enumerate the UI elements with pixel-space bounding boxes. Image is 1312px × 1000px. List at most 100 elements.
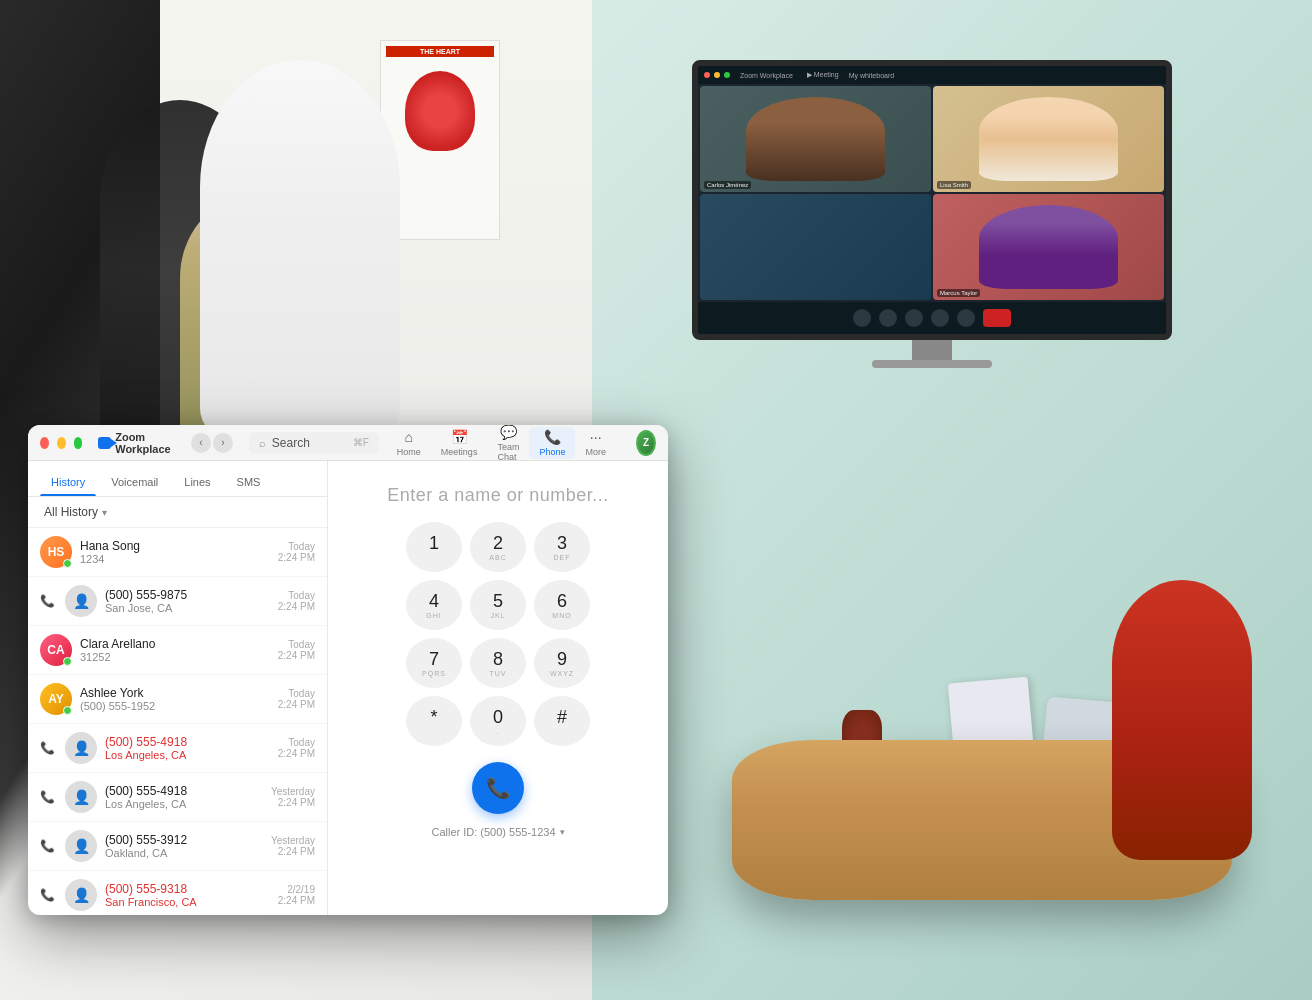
window-minimize-button[interactable] [57, 437, 66, 449]
dial-num-8: 8 [493, 650, 503, 668]
dial-button-6[interactable]: 6 MNO [534, 580, 590, 630]
dial-num-7: 7 [429, 650, 439, 668]
call-hour: 2:24 PM [271, 846, 315, 857]
call-hour: 2:24 PM [278, 748, 315, 759]
call-hour: 2:24 PM [278, 895, 315, 906]
tab-history[interactable]: History [40, 469, 96, 496]
participant-avatar-1 [746, 97, 885, 182]
caller-detail: Oakland, CA [105, 847, 263, 859]
nav-item-meetings[interactable]: 📅 Meetings [431, 427, 488, 459]
caller-name: Clara Arellano [80, 637, 270, 651]
call-time: Yesterday 2:24 PM [271, 835, 315, 857]
window-maximize-button[interactable] [74, 437, 83, 449]
user-avatar[interactable]: Z [636, 430, 656, 456]
caller-name: (500) 555-9875 [105, 588, 270, 602]
avatar: CA [40, 634, 72, 666]
nav-item-home[interactable]: ⌂ Home [387, 427, 431, 459]
zoom-tv-header: Zoom Workplace ▶ Meeting My whiteboard [698, 66, 1166, 84]
participant-name-3: Marcus Taylor [937, 289, 980, 297]
dial-num-2: 2 [493, 534, 503, 552]
tab-lines[interactable]: Lines [173, 469, 221, 496]
search-bar[interactable]: ⌕ Search ⌘F [249, 432, 379, 454]
window-close-button[interactable] [40, 437, 49, 449]
call-info: Clara Arellano 31252 [80, 637, 270, 663]
title-bar: Zoom Workplace ‹ › ⌕ Search ⌘F ⌂ Home 📅 … [28, 425, 668, 461]
dial-button-5[interactable]: 5 JKL [470, 580, 526, 630]
call-item[interactable]: 📞 👤 (500) 555-4918 Los Angeles, CA Today… [28, 724, 327, 773]
caller-detail: 31252 [80, 651, 270, 663]
call-item[interactable]: 📞 👤 (500) 555-4918 Los Angeles, CA Yeste… [28, 773, 327, 822]
call-info: Ashlee York (500) 555-1952 [80, 686, 270, 712]
nav-item-more[interactable]: ··· More [575, 427, 616, 459]
nav-item-teamchat[interactable]: 💬 Team Chat [487, 425, 529, 464]
call-button[interactable]: 📞 [472, 762, 524, 814]
call-hour: 2:24 PM [278, 699, 315, 710]
tv-dot-red [704, 72, 710, 78]
caller-name: Ashlee York [80, 686, 270, 700]
call-date: Today [278, 590, 315, 601]
call-button-icon: 📞 [486, 776, 511, 800]
dial-sub-7: PQRS [422, 670, 446, 677]
call-hour: 2:24 PM [278, 552, 315, 563]
number-input[interactable]: Enter a name or number... [344, 481, 652, 510]
search-label: Search [272, 436, 310, 450]
phone-content: History Voicemail Lines SMS All History … [28, 461, 668, 915]
teamchat-label: Team Chat [497, 442, 519, 462]
call-time: Yesterday 2:24 PM [271, 786, 315, 808]
conference-background: Zoom Workplace ▶ Meeting My whiteboard C… [592, 0, 1312, 1000]
nav-item-phone[interactable]: 📞 Phone [529, 427, 575, 459]
tab-voicemail[interactable]: Voicemail [100, 469, 169, 496]
nav-forward-button[interactable]: › [213, 433, 233, 453]
history-filter-dropdown[interactable]: All History ▾ [28, 497, 327, 528]
dial-button-8[interactable]: 8 TUV [470, 638, 526, 688]
caller-name: (500) 555-4918 [105, 784, 263, 798]
tv-dot-yellow [714, 72, 720, 78]
online-status-dot [63, 706, 72, 715]
search-icon: ⌕ [259, 437, 266, 449]
call-item[interactable]: 📞 👤 (500) 555-9875 San Jose, CA Today 2:… [28, 577, 327, 626]
dial-button-4[interactable]: 4 GHI [406, 580, 462, 630]
tv-ctrl-mute [853, 309, 871, 327]
tv-stand [912, 340, 952, 360]
phone-call-icon: 📞 [40, 790, 55, 804]
call-date: Today [278, 737, 315, 748]
dial-button-0[interactable]: 0 . [470, 696, 526, 746]
dialpad-grid: 1 2 ABC 3 DEF 4 GHI 5 JKL [406, 522, 590, 746]
call-time: Today 2:24 PM [278, 590, 315, 612]
dial-button-1[interactable]: 1 [406, 522, 462, 572]
filter-dropdown-arrow: ▾ [102, 507, 107, 518]
meetings-icon: 📅 [451, 429, 468, 445]
more-label: More [585, 447, 606, 457]
dial-button-7[interactable]: 7 PQRS [406, 638, 462, 688]
tv-mount: Zoom Workplace ▶ Meeting My whiteboard C… [692, 60, 1172, 380]
call-item[interactable]: 📞 👤 (500) 555-3912 Oakland, CA Yesterday… [28, 822, 327, 871]
caller-detail: Los Angeles, CA [105, 798, 263, 810]
tab-sms[interactable]: SMS [226, 469, 272, 496]
call-item[interactable]: 📞 👤 (500) 555-9318 San Francisco, CA 2/2… [28, 871, 327, 915]
caller-id[interactable]: Caller ID: (500) 555-1234 ▾ [431, 826, 564, 838]
tv-screen: Zoom Workplace ▶ Meeting My whiteboard C… [692, 60, 1172, 340]
call-list: HS Hana Song 1234 Today 2:24 PM 📞 � [28, 528, 327, 915]
call-button-container: 📞 [472, 762, 524, 814]
participant-avatar-2 [979, 97, 1118, 182]
nav-back-button[interactable]: ‹ [191, 433, 211, 453]
call-item[interactable]: AY Ashlee York (500) 555-1952 Today 2:24… [28, 675, 327, 724]
online-status-dot [63, 559, 72, 568]
call-time: Today 2:24 PM [278, 688, 315, 710]
dial-button-hash[interactable]: # [534, 696, 590, 746]
caller-id-dropdown-arrow: ▾ [560, 827, 565, 837]
caller-detail: San Jose, CA [105, 602, 270, 614]
call-date: Today [278, 541, 315, 552]
dial-button-2[interactable]: 2 ABC [470, 522, 526, 572]
history-filter-label: All History [44, 505, 98, 519]
tv-participants-grid: Carlos Jiménez Lisa Smith Marcus Taylor [698, 84, 1166, 302]
tv-base [872, 360, 992, 368]
meetings-label: Meetings [441, 447, 478, 457]
tv-dot-green [724, 72, 730, 78]
call-item[interactable]: HS Hana Song 1234 Today 2:24 PM [28, 528, 327, 577]
dial-button-star[interactable]: * [406, 696, 462, 746]
call-date: Yesterday [271, 835, 315, 846]
dial-button-3[interactable]: 3 DEF [534, 522, 590, 572]
call-item[interactable]: CA Clara Arellano 31252 Today 2:24 PM [28, 626, 327, 675]
dial-button-9[interactable]: 9 WXYZ [534, 638, 590, 688]
